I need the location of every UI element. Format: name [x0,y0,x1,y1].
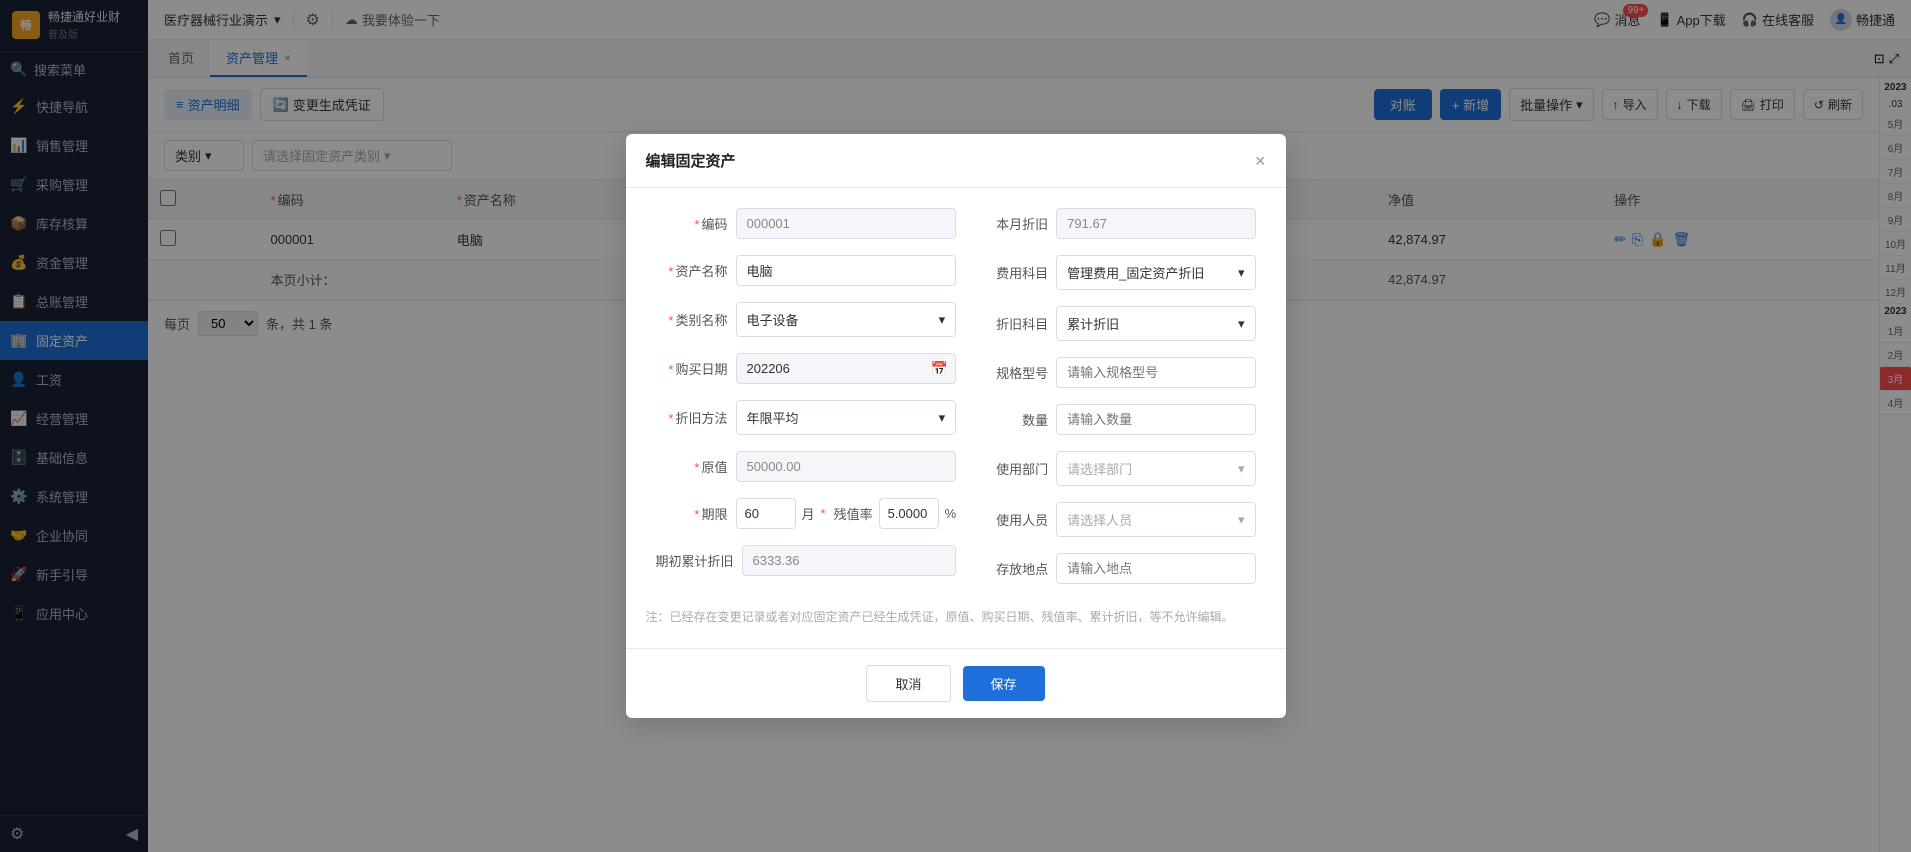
residual-input[interactable] [879,498,939,529]
location-label: 存放地点 [976,559,1048,578]
original-value-label: *原值 [656,457,728,476]
residual-unit: % [945,506,957,521]
depr-method-label: *折旧方法 [656,408,728,427]
purchase-date-wrap: 📅 [736,353,957,384]
expense-account-chevron: ▾ [1238,265,1245,281]
form-row-original-value: *原值 [656,451,957,482]
modal-close-button[interactable]: × [1255,152,1266,170]
depr-method-select[interactable]: 年限平均 ▾ [736,400,957,435]
depr-account-select[interactable]: 累计折旧 ▾ [1056,306,1255,341]
category-select-value: 电子设备 [747,310,799,329]
form-note: 注：已经存在变更记录或者对应固定资产已经生成凭证，原值、购买日期、残值率、累计折… [646,600,1266,627]
form-left-col: *编码 *资产名称 *类别名称 [646,208,967,600]
cancel-button[interactable]: 取消 [866,665,950,702]
user-label: 使用人员 [976,510,1048,529]
form-row-depr-method: *折旧方法 年限平均 ▾ [656,400,957,435]
dept-chevron: ▾ [1238,461,1245,477]
category-select-chevron: ▾ [939,312,946,328]
form-row-spec: 规格型号 [976,357,1255,388]
residual-rate-label: 残值率 [834,504,873,523]
form-row-code: *编码 [656,208,957,239]
form-row-location: 存放地点 [976,553,1255,584]
form-row-asset-name: *资产名称 [656,255,957,286]
dept-placeholder: 请选择部门 [1067,459,1132,478]
dept-select[interactable]: 请选择部门 ▾ [1056,451,1255,486]
initial-depr-input[interactable] [742,545,957,576]
quantity-input[interactable] [1056,404,1255,435]
form-row-dept: 使用部门 请选择部门 ▾ [976,451,1255,486]
spec-input[interactable] [1056,357,1255,388]
period-input[interactable] [736,498,796,529]
expense-account-value: 管理费用_固定资产折旧 [1067,263,1204,282]
initial-depr-label: 期初累计折旧 [656,551,734,570]
period-label: *期限 [656,504,728,523]
depr-account-label: 折旧科目 [976,314,1048,333]
form-row-monthly-depr: 本月折旧 [976,208,1255,239]
category-select[interactable]: 电子设备 ▾ [736,302,957,337]
period-inline: 月 * 残值率 % [736,498,957,529]
form-row-category: *类别名称 电子设备 ▾ [656,302,957,337]
form-row-period: *期限 月 * 残值率 % [656,498,957,529]
depr-account-chevron: ▾ [1238,316,1245,332]
asset-name-input[interactable] [736,255,957,286]
quantity-label: 数量 [976,410,1048,429]
calendar-icon[interactable]: 📅 [931,360,948,377]
depr-method-chevron: ▾ [939,410,946,426]
user-select[interactable]: 请选择人员 ▾ [1056,502,1255,537]
period-unit: 月 [802,504,815,523]
monthly-depr-input [1056,208,1255,239]
modal-body: *编码 *资产名称 *类别名称 [626,188,1286,647]
form-row-depr-account: 折旧科目 累计折旧 ▾ [976,306,1255,341]
form-row-quantity: 数量 [976,404,1255,435]
edit-asset-modal: 编辑固定资产 × *编码 *资产名称 [626,134,1286,717]
code-input[interactable] [736,208,957,239]
form-row-purchase-date: *购买日期 📅 [656,353,957,384]
expense-account-label: 费用科目 [976,263,1048,282]
form-row-user: 使用人员 请选择人员 ▾ [976,502,1255,537]
purchase-date-input[interactable] [736,353,957,384]
form-row-expense-account: 费用科目 管理费用_固定资产折旧 ▾ [976,255,1255,290]
original-value-input[interactable] [736,451,957,482]
expense-account-select[interactable]: 管理费用_固定资产折旧 ▾ [1056,255,1255,290]
location-input[interactable] [1056,553,1255,584]
dept-label: 使用部门 [976,459,1048,478]
form-right-col: 本月折旧 费用科目 管理费用_固定资产折旧 ▾ 折旧科目 [966,208,1265,600]
spec-label: 规格型号 [976,363,1048,382]
monthly-depr-label: 本月折旧 [976,214,1048,233]
depr-method-value: 年限平均 [747,408,799,427]
depr-account-value: 累计折旧 [1067,314,1119,333]
code-label: *编码 [656,214,728,233]
modal-footer: 取消 保存 [626,648,1286,718]
user-placeholder: 请选择人员 [1067,510,1132,529]
modal-overlay: 编辑固定资产 × *编码 *资产名称 [0,0,1911,852]
purchase-date-label: *购买日期 [656,359,728,378]
category-label: *类别名称 [656,310,728,329]
form-row-initial-depr: 期初累计折旧 [656,545,957,576]
asset-name-label: *资产名称 [656,261,728,280]
form-grid: *编码 *资产名称 *类别名称 [646,208,1266,600]
save-button[interactable]: 保存 [963,666,1045,701]
modal-title: 编辑固定资产 [646,150,736,171]
modal-header: 编辑固定资产 × [626,134,1286,188]
user-chevron: ▾ [1238,512,1245,528]
